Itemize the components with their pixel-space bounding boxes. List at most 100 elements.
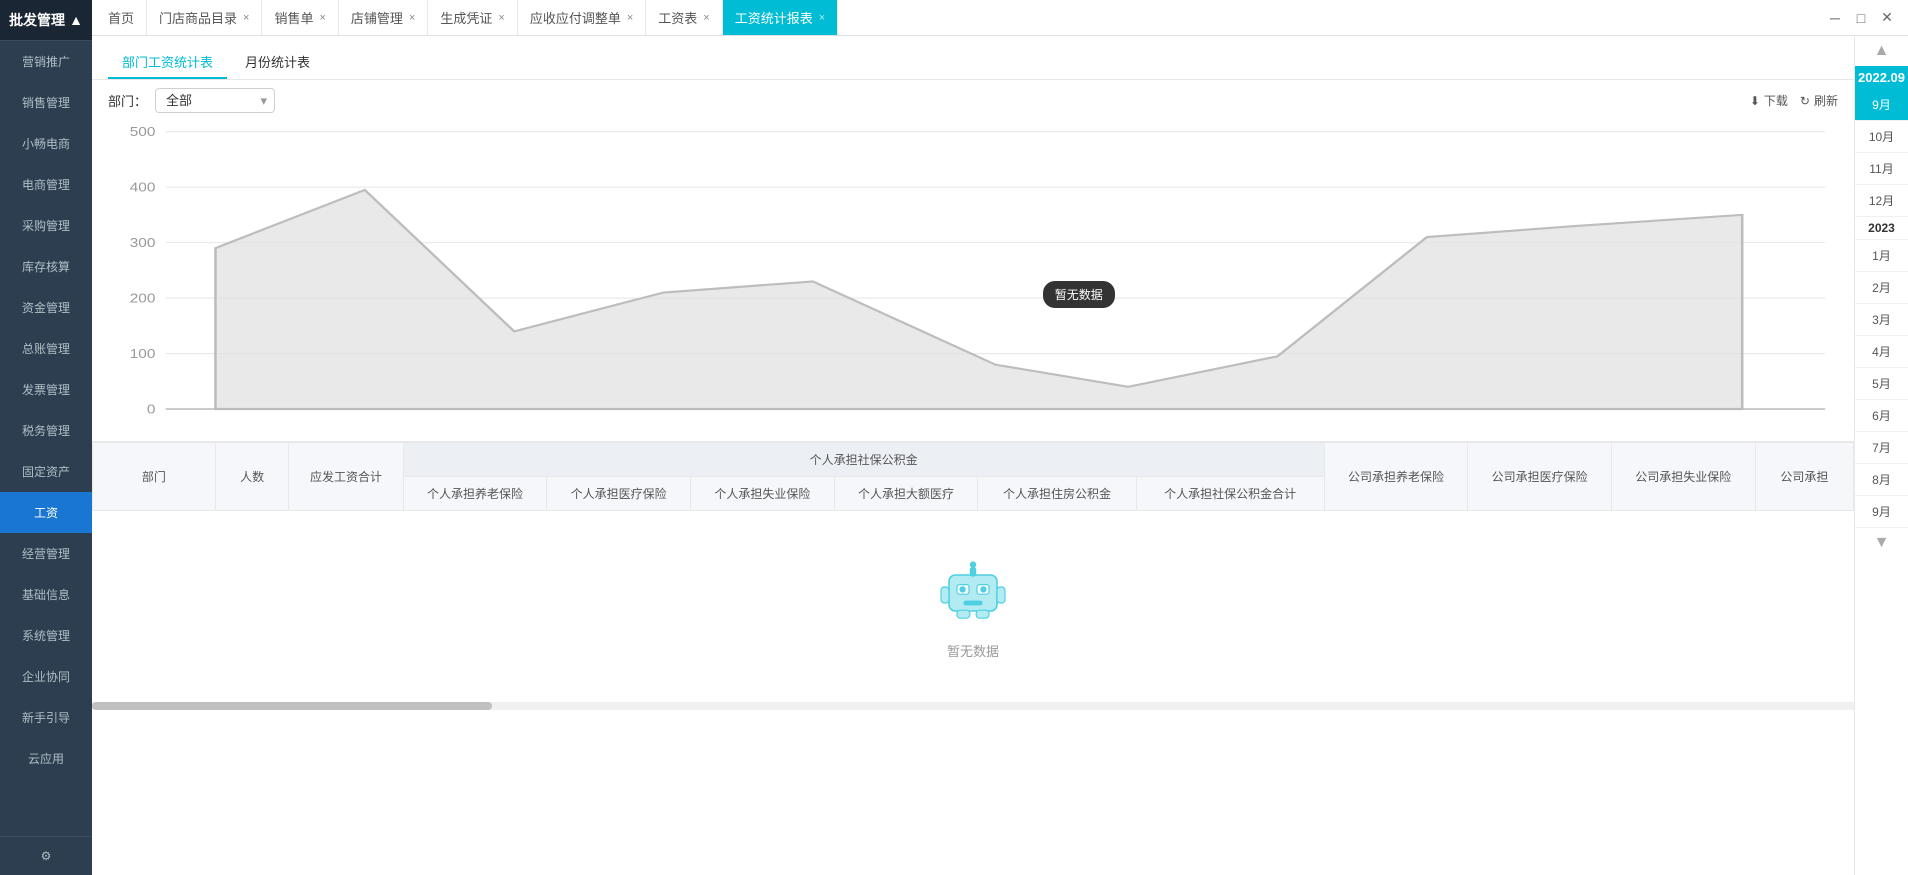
sidebar-item-经营管理[interactable]: 经营管理 (0, 533, 92, 574)
sidebar-item-营销推广[interactable]: 营销推广 (0, 41, 92, 82)
cal-2023-4月[interactable]: 4月 (1855, 336, 1908, 368)
svg-text:0: 0 (147, 402, 156, 416)
empty-state: 暂无数据 (93, 511, 1854, 700)
sidebar: 批发管理 ▲ 营销推广销售管理小畅电商电商管理采购管理库存核算资金管理总账管理发… (0, 0, 92, 875)
tab-工资统计报表[interactable]: 工资统计报表 × (723, 0, 838, 36)
th-sub-个人承担失业保险: 个人承担失业保险 (691, 477, 835, 511)
tab-label: 工资表 (658, 8, 697, 27)
tab-label: 生成凭证 (440, 8, 492, 27)
tab-应收应付调整单[interactable]: 应收应付调整单 × (518, 0, 646, 36)
empty-icon (933, 551, 1013, 631)
cal-2022-10月[interactable]: 10月 (1855, 121, 1908, 153)
cal-2023-9月[interactable]: 9月 (1855, 496, 1908, 528)
close-button[interactable]: ✕ (1878, 9, 1896, 27)
sidebar-item-基础信息[interactable]: 基础信息 (0, 574, 92, 615)
cal-2022-11月[interactable]: 11月 (1855, 153, 1908, 185)
sidebar-item-固定资产[interactable]: 固定资产 (0, 451, 92, 492)
sidebar-item-库存核算[interactable]: 库存核算 (0, 246, 92, 287)
cal-2023-8月[interactable]: 8月 (1855, 464, 1908, 496)
maximize-button[interactable]: □ (1852, 9, 1870, 27)
sidebar-item-工资[interactable]: 工资 (0, 492, 92, 533)
page-content: 部门工资统计表月份统计表 部门： 全部销售部财务部技术部行政部 ⬇ 下载 ↻ (92, 36, 1854, 875)
tab-close-icon[interactable]: × (819, 12, 825, 24)
horizontal-scrollbar[interactable] (92, 702, 1854, 710)
sidebar-settings[interactable]: ⚙ (0, 836, 92, 875)
refresh-btn[interactable]: ↻ 刷新 (1800, 92, 1838, 109)
sidebar-item-系统管理[interactable]: 系统管理 (0, 615, 92, 656)
svg-text:300: 300 (130, 235, 156, 249)
sidebar-item-企业协同[interactable]: 企业协同 (0, 656, 92, 697)
cal-2023-3月[interactable]: 3月 (1855, 304, 1908, 336)
sidebar-item-采购管理[interactable]: 采购管理 (0, 205, 92, 246)
calendar-scroll-down[interactable]: ▼ (1855, 528, 1908, 558)
tab-close-icon[interactable]: × (498, 12, 504, 24)
sidebar-items: 营销推广销售管理小畅电商电商管理采购管理库存核算资金管理总账管理发票管理税务管理… (0, 41, 92, 836)
th-sub-个人承担医疗保险: 个人承担医疗保险 (547, 477, 691, 511)
tab-close-icon[interactable]: × (703, 12, 709, 24)
cal-2023-2月[interactable]: 2月 (1855, 272, 1908, 304)
calendar-panel: ▲ 2022.09 9月10月11月12月 2023 1月2月3月4月5月6月7… (1854, 36, 1908, 875)
tab-label: 销售单 (274, 8, 313, 27)
scrollbar-thumb[interactable] (92, 702, 492, 710)
calendar-2023-label: 2023 (1855, 217, 1908, 240)
tab-label: 店铺管理 (351, 8, 403, 27)
tab-label: 门店商品目录 (159, 8, 237, 27)
minimize-button[interactable]: ─ (1826, 9, 1844, 27)
sidebar-item-总账管理[interactable]: 总账管理 (0, 328, 92, 369)
table-area[interactable]: 部门人数应发工资合计个人承担社保公积金公司承担养老保险公司承担医疗保险公司承担失… (92, 441, 1854, 875)
sidebar-top[interactable]: 批发管理 ▲ (0, 0, 92, 41)
svg-text:500: 500 (130, 124, 156, 138)
calendar-scroll-up[interactable]: ▲ (1855, 36, 1908, 66)
cal-2023-5月[interactable]: 5月 (1855, 368, 1908, 400)
sidebar-item-小畅电商[interactable]: 小畅电商 (0, 123, 92, 164)
tab-门店商品目录[interactable]: 门店商品目录 × (147, 0, 262, 36)
tab-close-icon[interactable]: × (243, 12, 249, 24)
tab-label: 工资统计报表 (735, 8, 813, 27)
svg-text:100: 100 (130, 346, 156, 360)
th-部门: 部门 (93, 443, 216, 511)
cal-2023-6月[interactable]: 6月 (1855, 400, 1908, 432)
tab-首页[interactable]: 首页 (96, 0, 147, 36)
sub-tab-月份统计表[interactable]: 月份统计表 (231, 46, 324, 79)
th-sub-个人承担社保公积金合计: 个人承担社保公积金合计 (1136, 477, 1324, 511)
tab-label: 应收应付调整单 (530, 8, 621, 27)
cal-2023-1月[interactable]: 1月 (1855, 240, 1908, 272)
sidebar-item-资金管理[interactable]: 资金管理 (0, 287, 92, 328)
data-table: 部门人数应发工资合计个人承担社保公积金公司承担养老保险公司承担医疗保险公司承担失… (92, 442, 1854, 700)
calendar-2023-section: 1月2月3月4月5月6月7月8月9月 (1855, 240, 1908, 528)
tab-close-icon[interactable]: × (627, 12, 633, 24)
chart-tooltip: 暂无数据 (1043, 281, 1115, 308)
main-area: 首页门店商品目录×销售单×店铺管理×生成凭证×应收应付调整单×工资表×工资统计报… (92, 0, 1908, 875)
tab-工资表[interactable]: 工资表 × (646, 0, 722, 36)
download-btn[interactable]: ⬇ 下载 (1750, 92, 1788, 109)
dept-label: 部门： (108, 91, 147, 110)
sidebar-item-发票管理[interactable]: 发票管理 (0, 369, 92, 410)
dept-select-wrapper[interactable]: 全部销售部财务部技术部行政部 (155, 88, 275, 113)
sub-tab-部门工资统计表[interactable]: 部门工资统计表 (108, 46, 227, 79)
sidebar-item-新手引导[interactable]: 新手引导 (0, 697, 92, 738)
tab-生成凭证[interactable]: 生成凭证 × (428, 0, 517, 36)
window-controls: ─ □ ✕ (1818, 9, 1904, 27)
sidebar-item-销售管理[interactable]: 销售管理 (0, 82, 92, 123)
sidebar-item-云应用[interactable]: 云应用 (0, 738, 92, 779)
tab-店铺管理[interactable]: 店铺管理 × (339, 0, 428, 36)
th-公司承担养老保险: 公司承担养老保险 (1324, 443, 1468, 511)
cal-2022-12月[interactable]: 12月 (1855, 185, 1908, 217)
cal-2023-7月[interactable]: 7月 (1855, 432, 1908, 464)
sub-tabs: 部门工资统计表月份统计表 (92, 36, 1854, 80)
tab-label: 首页 (108, 8, 134, 27)
tab-close-icon[interactable]: × (409, 12, 415, 24)
tab-close-icon[interactable]: × (319, 12, 325, 24)
svg-text:400: 400 (130, 180, 156, 194)
th-人数: 人数 (215, 443, 289, 511)
tab-销售单[interactable]: 销售单 × (262, 0, 338, 36)
refresh-icon: ↻ (1800, 94, 1810, 108)
th-group-personal: 个人承担社保公积金 (403, 443, 1324, 477)
sidebar-item-税务管理[interactable]: 税务管理 (0, 410, 92, 451)
toolbar-right: ⬇ 下载 ↻ 刷新 (1750, 92, 1838, 109)
sidebar-item-电商管理[interactable]: 电商管理 (0, 164, 92, 205)
dept-select[interactable]: 全部销售部财务部技术部行政部 (155, 88, 275, 113)
calendar-2022-section: 9月10月11月12月 (1855, 89, 1908, 217)
download-icon: ⬇ (1750, 94, 1760, 108)
cal-2022-9月[interactable]: 9月 (1855, 89, 1908, 121)
